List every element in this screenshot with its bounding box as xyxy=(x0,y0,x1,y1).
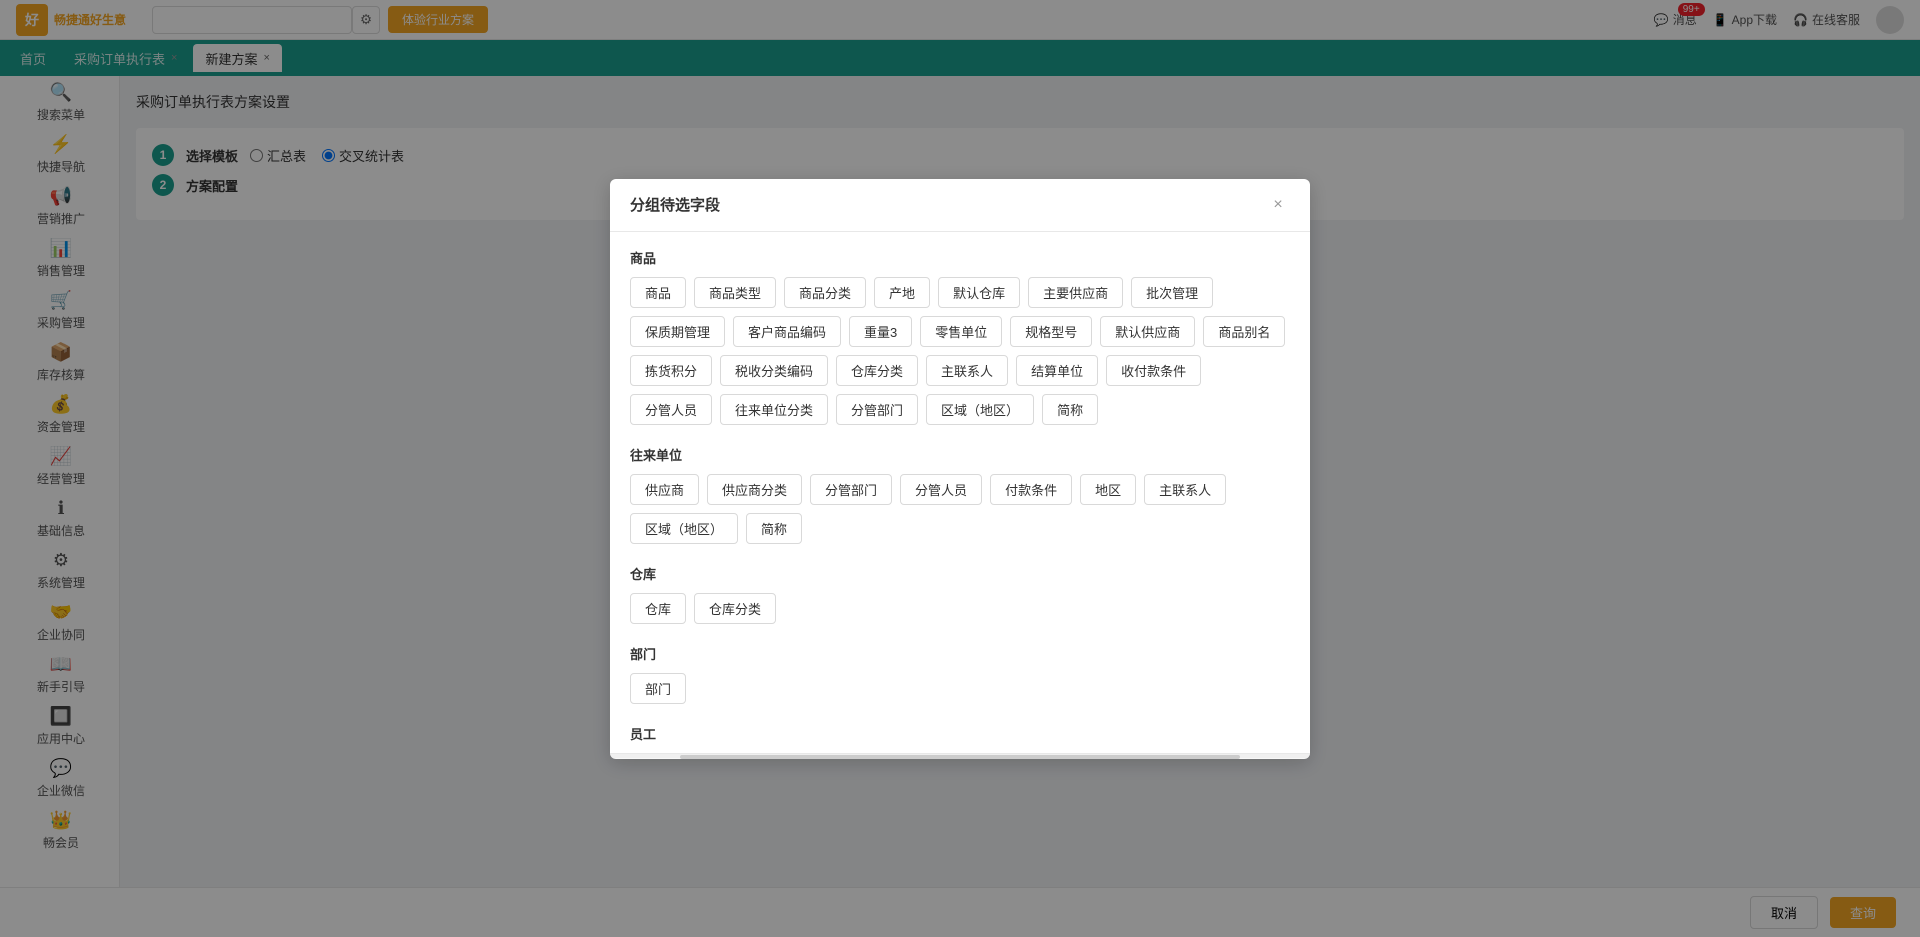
section-department-title: 部门 xyxy=(630,644,1290,663)
scrollbar-thumb xyxy=(680,755,1240,759)
modal-body: 商品 商品 商品类型 商品分类 产地 默认仓库 主要供应商 批次管理 保质期管理… xyxy=(610,232,1310,753)
horizontal-scrollbar[interactable] xyxy=(610,753,1310,759)
field-product-weight[interactable]: 重量3 xyxy=(849,316,912,347)
field-cp-dept[interactable]: 分管部门 xyxy=(810,474,892,505)
field-product-default-warehouse[interactable]: 默认仓库 xyxy=(938,277,1020,308)
field-product-customer-code[interactable]: 客户商品编码 xyxy=(733,316,841,347)
field-cp-area[interactable]: 地区 xyxy=(1080,474,1136,505)
field-cp-manager[interactable]: 分管人员 xyxy=(900,474,982,505)
section-product-title: 商品 xyxy=(630,248,1290,267)
field-product-counterpart-category[interactable]: 往来单位分类 xyxy=(720,394,828,425)
section-employee: 员工 业务员 xyxy=(630,724,1290,753)
field-product-main-contact[interactable]: 主联系人 xyxy=(926,355,1008,386)
modal-overlay: 分组待选字段 × 商品 商品 商品类型 商品分类 产地 默认仓库 主要供应商 批… xyxy=(0,0,1920,937)
modal-header: 分组待选字段 × xyxy=(610,179,1310,232)
section-warehouse-fields: 仓库 仓库分类 xyxy=(630,593,1290,624)
field-product-default-supplier[interactable]: 默认供应商 xyxy=(1100,316,1195,347)
field-cp-region[interactable]: 区域（地区） xyxy=(630,513,738,544)
field-product-tax-code[interactable]: 税收分类编码 xyxy=(720,355,828,386)
field-product-product[interactable]: 商品 xyxy=(630,277,686,308)
section-department: 部门 部门 xyxy=(630,644,1290,704)
section-counterpart: 往来单位 供应商 供应商分类 分管部门 分管人员 付款条件 地区 主联系人 区域… xyxy=(630,445,1290,544)
field-product-pick-score[interactable]: 拣货积分 xyxy=(630,355,712,386)
section-department-fields: 部门 xyxy=(630,673,1290,704)
field-product-retail-unit[interactable]: 零售单位 xyxy=(920,316,1002,347)
field-product-alias[interactable]: 商品别名 xyxy=(1203,316,1285,347)
field-cp-contact[interactable]: 主联系人 xyxy=(1144,474,1226,505)
field-product-origin[interactable]: 产地 xyxy=(874,277,930,308)
field-product-warehouse-category[interactable]: 仓库分类 xyxy=(836,355,918,386)
field-product-payment-term[interactable]: 收付款条件 xyxy=(1106,355,1201,386)
modal: 分组待选字段 × 商品 商品 商品类型 商品分类 产地 默认仓库 主要供应商 批… xyxy=(610,179,1310,759)
section-counterpart-title: 往来单位 xyxy=(630,445,1290,464)
field-product-region[interactable]: 区域（地区） xyxy=(926,394,1034,425)
section-product: 商品 商品 商品类型 商品分类 产地 默认仓库 主要供应商 批次管理 保质期管理… xyxy=(630,248,1290,425)
field-product-spec[interactable]: 规格型号 xyxy=(1010,316,1092,347)
section-employee-title: 员工 xyxy=(630,724,1290,743)
section-product-fields: 商品 商品类型 商品分类 产地 默认仓库 主要供应商 批次管理 保质期管理 客户… xyxy=(630,277,1290,425)
field-product-manager[interactable]: 分管人员 xyxy=(630,394,712,425)
field-product-category[interactable]: 商品分类 xyxy=(784,277,866,308)
modal-close-button[interactable]: × xyxy=(1266,193,1290,217)
field-cp-supplier[interactable]: 供应商 xyxy=(630,474,699,505)
field-cp-short[interactable]: 简称 xyxy=(746,513,802,544)
field-cp-payment-term[interactable]: 付款条件 xyxy=(990,474,1072,505)
field-product-main-supplier[interactable]: 主要供应商 xyxy=(1028,277,1123,308)
field-product-batch[interactable]: 批次管理 xyxy=(1131,277,1213,308)
field-product-shelf-life[interactable]: 保质期管理 xyxy=(630,316,725,347)
field-product-type[interactable]: 商品类型 xyxy=(694,277,776,308)
section-counterpart-fields: 供应商 供应商分类 分管部门 分管人员 付款条件 地区 主联系人 区域（地区） … xyxy=(630,474,1290,544)
section-warehouse: 仓库 仓库 仓库分类 xyxy=(630,564,1290,624)
field-wh-category[interactable]: 仓库分类 xyxy=(694,593,776,624)
section-warehouse-title: 仓库 xyxy=(630,564,1290,583)
field-product-dept[interactable]: 分管部门 xyxy=(836,394,918,425)
field-product-settle-unit[interactable]: 结算单位 xyxy=(1016,355,1098,386)
field-cp-supplier-category[interactable]: 供应商分类 xyxy=(707,474,802,505)
field-dept-dept[interactable]: 部门 xyxy=(630,673,686,704)
modal-title: 分组待选字段 xyxy=(630,194,720,215)
field-wh-warehouse[interactable]: 仓库 xyxy=(630,593,686,624)
field-product-short-name[interactable]: 简称 xyxy=(1042,394,1098,425)
